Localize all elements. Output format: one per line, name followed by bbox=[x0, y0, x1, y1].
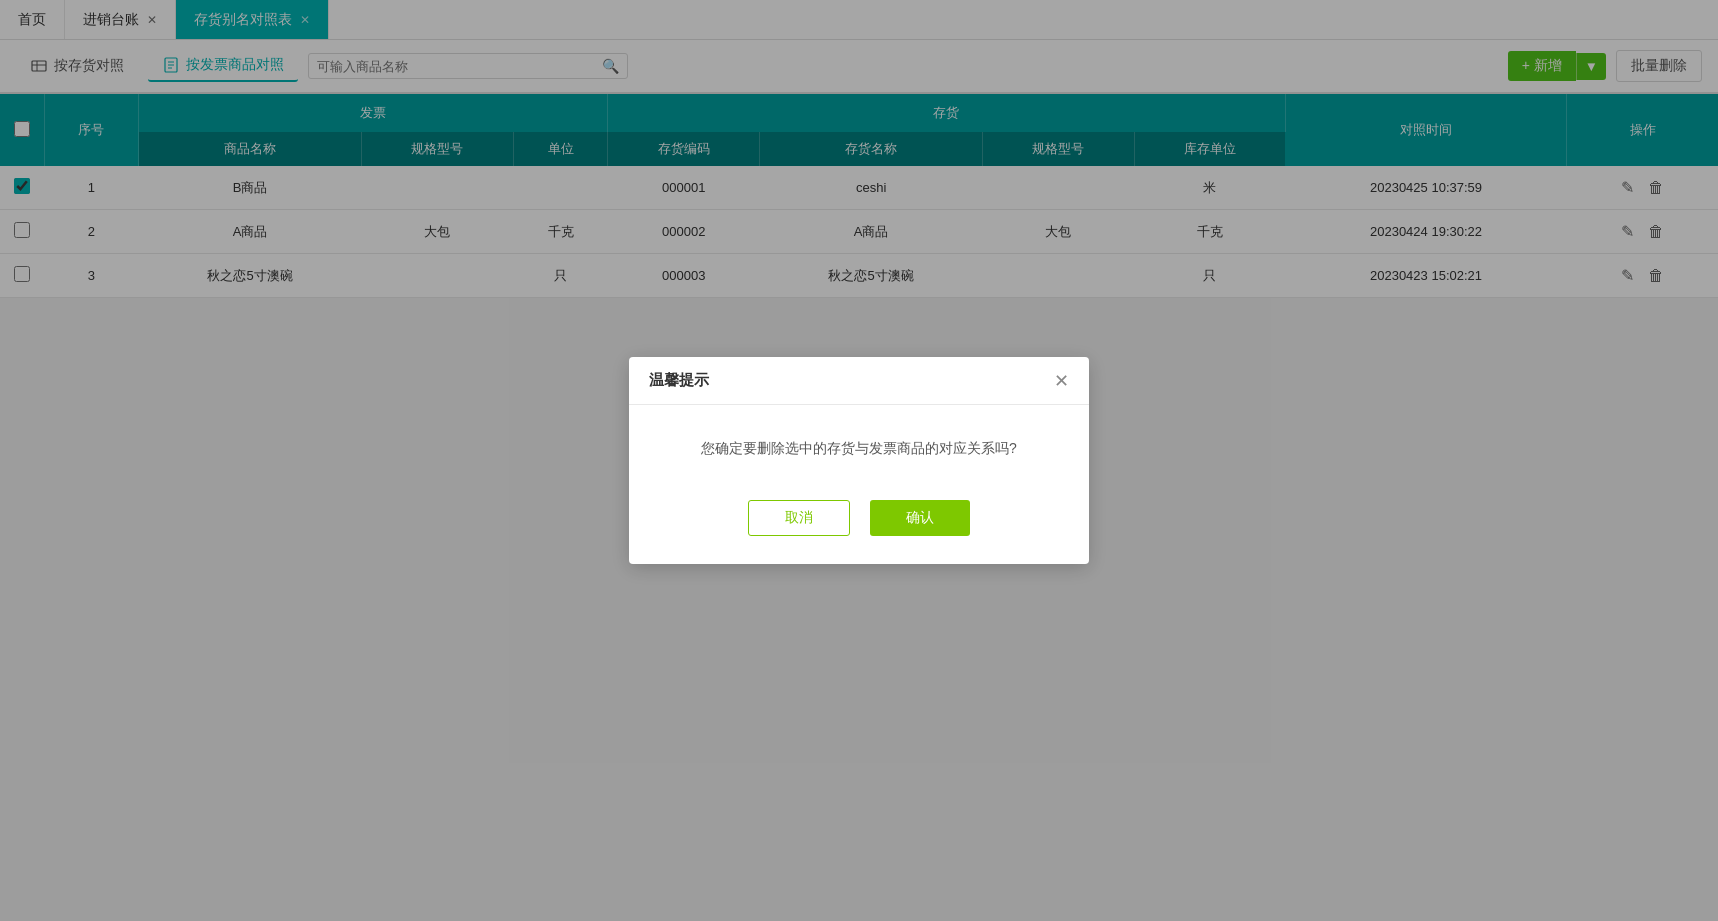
modal-overlay: 温馨提示 ✕ 您确定要删除选中的存货与发票商品的对应关系吗? 取消 确认 bbox=[0, 0, 1718, 298]
